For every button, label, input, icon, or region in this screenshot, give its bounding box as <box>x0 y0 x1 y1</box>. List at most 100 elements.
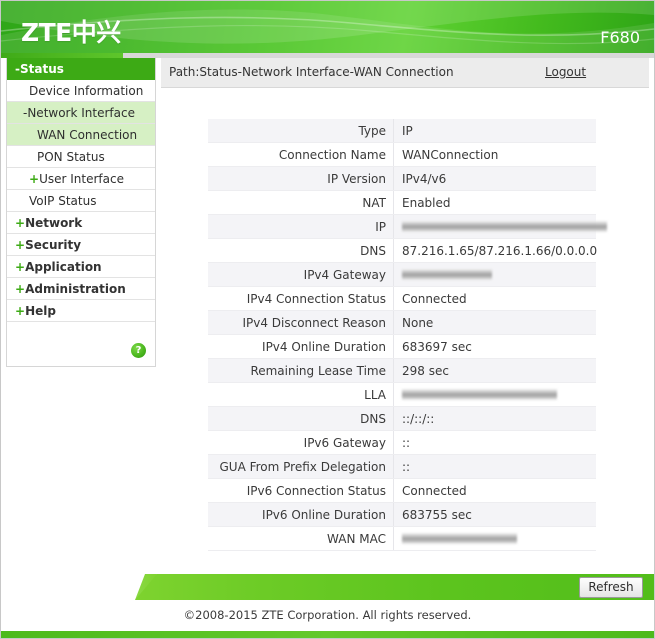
row-label: IPv6 Gateway <box>208 430 394 455</box>
sidebar-item-network[interactable]: +Network <box>7 212 155 234</box>
table-row: Connection Name WANConnection <box>208 142 596 167</box>
table-row: IPv4 Online Duration 683697 sec <box>208 334 596 359</box>
footer-bar: Refresh <box>1 570 654 602</box>
row-label: DNS <box>208 406 394 431</box>
row-value: 683697 sec <box>393 334 596 359</box>
table-row: GUA From Prefix Delegation:: <box>208 454 596 479</box>
row-value: 87.216.1.65/87.216.1.66/0.0.0.0 <box>393 238 597 263</box>
row-label: NAT <box>208 190 394 215</box>
table-row: IPv4 Disconnect Reason None <box>208 310 596 335</box>
footer-green-rule <box>1 631 654 638</box>
copyright-text: ©2008-2015 ZTE Corporation. All rights r… <box>183 608 472 622</box>
page-header: ZTE中兴 F680 <box>1 1 654 53</box>
table-row: NAT Enabled <box>208 190 596 215</box>
sidebar-item-label: -Network Interface <box>23 106 135 120</box>
sidebar-item-label: Help <box>25 304 56 318</box>
row-label: WAN MAC <box>208 526 394 551</box>
help-icon[interactable]: ? <box>131 343 146 358</box>
device-model-label: F680 <box>600 28 640 47</box>
sidebar-nav: -Status Device Information -Network Interf… <box>6 58 156 367</box>
redacted-value-bar <box>402 269 492 280</box>
redacted-value-bar <box>402 389 557 400</box>
table-body: Type IP Connection Name WANConnection IP Ver… <box>208 119 607 551</box>
table-row: IPv6 Gateway:: <box>208 430 596 455</box>
row-label: IP Version <box>208 166 394 191</box>
table-row: WAN MAC <box>208 526 596 551</box>
footer-green-band <box>135 574 654 600</box>
row-value: Connected <box>393 286 596 311</box>
table-row: Type IP <box>208 119 596 143</box>
row-value: 683755 sec <box>393 502 596 527</box>
row-label: IPv6 Online Duration <box>208 502 394 527</box>
sidebar-item-user-interface[interactable]: +User Interface <box>7 168 155 190</box>
sidebar-item-label: PON Status <box>37 150 105 164</box>
row-label: IP <box>208 214 394 239</box>
table-row: IPv6 Online Duration 683755 sec <box>208 502 596 527</box>
row-label: IPv4 Disconnect Reason <box>208 310 394 335</box>
row-label: Type <box>208 119 394 143</box>
sidebar-item-label: Security <box>25 238 82 252</box>
sidebar-item-pon-status[interactable]: PON Status <box>7 146 155 168</box>
sidebar-item-wan-connection[interactable]: WAN Connection <box>7 124 155 146</box>
table-row: IP Version IPv4/v6 <box>208 166 596 191</box>
breadcrumb: Path:Status-Network Interface-WAN Connec… <box>169 65 454 79</box>
expand-plus-icon: + <box>15 216 26 230</box>
table-row: LLA <box>208 382 596 407</box>
row-value: None <box>393 310 596 335</box>
sidebar-item-label: User Interface <box>39 172 124 186</box>
row-value <box>393 262 596 287</box>
table-row: IPv4 Gateway <box>208 262 596 287</box>
expand-plus-icon: + <box>29 172 40 186</box>
sidebar-item-label: Application <box>25 260 102 274</box>
expand-plus-icon: + <box>15 304 26 318</box>
sidebar-item-label: Network <box>25 216 83 230</box>
row-label: IPv4 Online Duration <box>208 334 394 359</box>
logout-link[interactable]: Logout <box>545 65 586 79</box>
sidebar-item-label: Administration <box>25 282 126 296</box>
table-row: IPv4 Connection Status Connected <box>208 286 596 311</box>
sidebar-item-help[interactable]: +Help <box>7 300 155 322</box>
row-label: Remaining Lease Time <box>208 358 394 383</box>
table-row: DNS::/::/:: <box>208 406 596 431</box>
table-row: IPv6 Connection Status Connected <box>208 478 596 503</box>
row-label: IPv4 Gateway <box>208 262 394 287</box>
redacted-value-bar <box>402 533 517 544</box>
sidebar-item-application[interactable]: +Application <box>7 256 155 278</box>
row-value: ::/::/:: <box>393 406 596 431</box>
table-row: IP <box>208 214 607 239</box>
row-label: GUA From Prefix Delegation <box>208 454 394 479</box>
breadcrumb-bar: Path:Status-Network Interface-WAN Connec… <box>161 58 649 88</box>
sidebar-item-voip-status[interactable]: VoIP Status <box>7 190 155 212</box>
wan-connection-info-table: Type IP Connection Name WANConnection IP Ver… <box>208 119 607 551</box>
row-label: IPv4 Connection Status <box>208 286 394 311</box>
refresh-button[interactable]: Refresh <box>579 577 643 598</box>
row-value: :: <box>393 454 596 479</box>
sidebar-item-list: -Status Device Information -Network Interf… <box>7 58 155 322</box>
redacted-value-bar <box>402 221 607 232</box>
zte-logo: ZTE中兴 <box>21 18 121 47</box>
sidebar-item-network-interface[interactable]: -Network Interface <box>7 102 155 124</box>
row-value: IPv4/v6 <box>393 166 596 191</box>
sidebar-item-label: WAN Connection <box>37 128 138 142</box>
row-label: Connection Name <box>208 142 394 167</box>
sidebar-footer-area: ? <box>7 322 155 366</box>
router-admin-page: ZTE中兴 F680 -Status Device Information -Net… <box>0 0 655 639</box>
sidebar-item-status[interactable]: -Status <box>7 58 155 80</box>
row-value: Connected <box>393 478 596 503</box>
row-value: :: <box>393 430 596 455</box>
sidebar-item-device-information[interactable]: Device Information <box>7 80 155 102</box>
row-value: IP <box>393 119 596 143</box>
row-value <box>393 214 607 239</box>
sidebar-item-security[interactable]: +Security <box>7 234 155 256</box>
row-value: WANConnection <box>393 142 596 167</box>
row-value <box>393 382 596 407</box>
row-value: 298 sec <box>393 358 596 383</box>
main-content: Type IP Connection Name WANConnection IP Ver… <box>161 89 649 570</box>
row-label: IPv6 Connection Status <box>208 478 394 503</box>
row-value <box>393 526 596 551</box>
sidebar-item-label: -Status <box>15 62 64 76</box>
sidebar-item-administration[interactable]: +Administration <box>7 278 155 300</box>
row-value: Enabled <box>393 190 596 215</box>
table-row: Remaining Lease Time 298 sec <box>208 358 596 383</box>
row-label: LLA <box>208 382 394 407</box>
